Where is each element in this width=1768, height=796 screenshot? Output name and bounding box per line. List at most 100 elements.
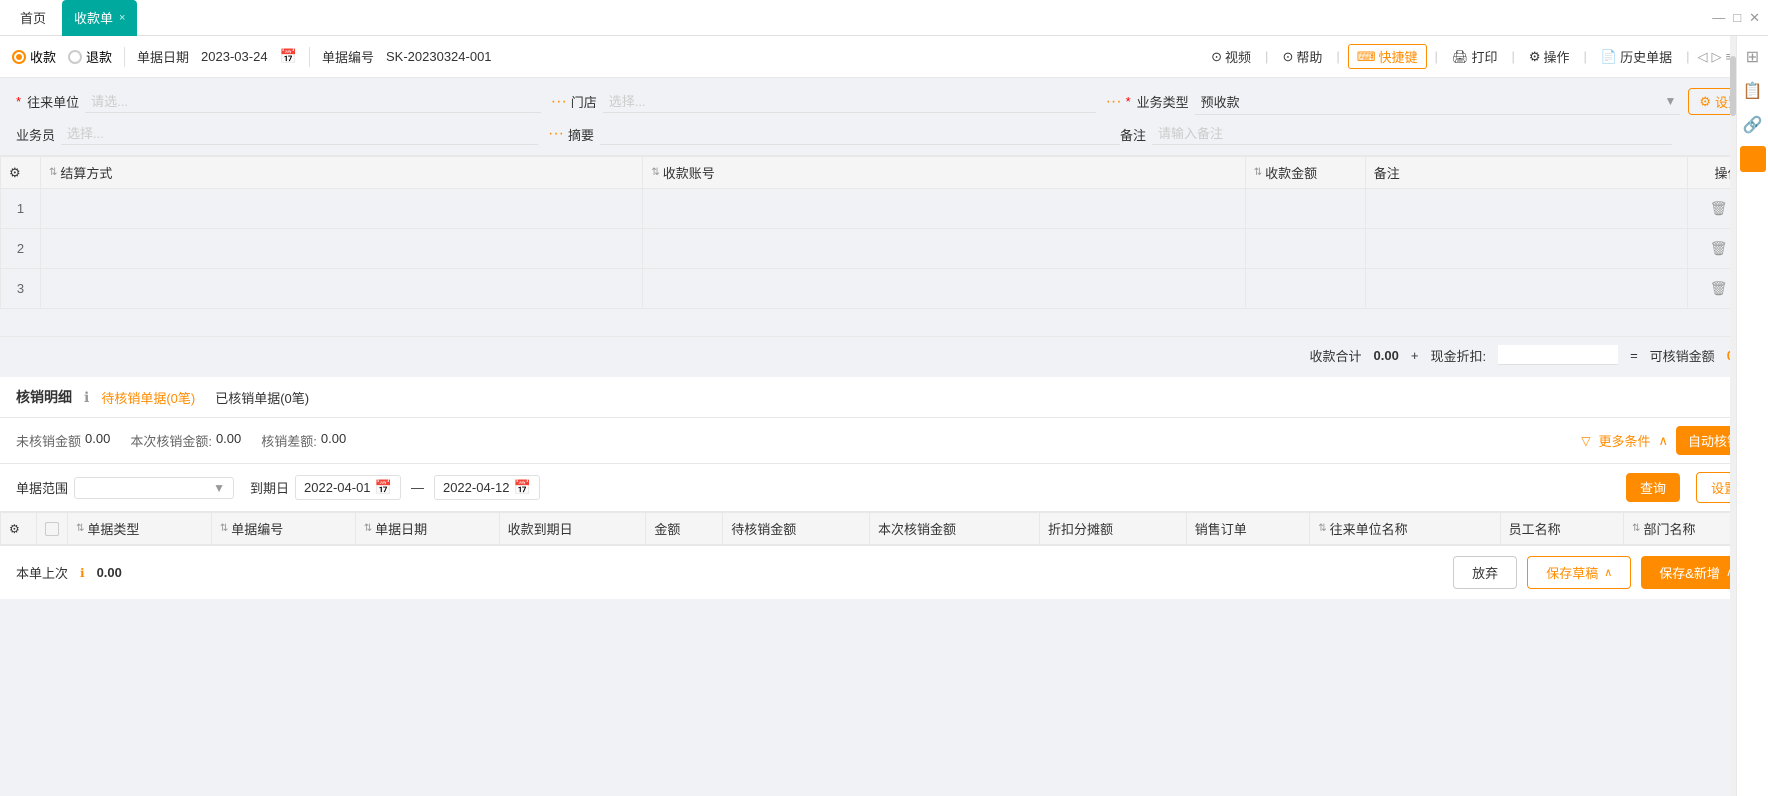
row-2-amount[interactable] [1245, 229, 1365, 269]
calendar-to-icon[interactable]: 📅 [513, 479, 530, 496]
toolbar: 收款 退款 单据日期 2023-03-24 📅 单据编号 SK-20230324… [0, 36, 1768, 78]
row-1-remark[interactable] [1365, 189, 1687, 229]
calendar-from-icon[interactable]: 📅 [375, 479, 392, 496]
staff-more-icon[interactable]: ··· [544, 125, 568, 143]
partner-more-icon[interactable]: ··· [547, 93, 571, 111]
separator-2 [309, 47, 310, 67]
discount-input[interactable] [1498, 345, 1618, 365]
tab-home[interactable]: 首页 [8, 0, 58, 36]
row-2-account[interactable] [643, 229, 1245, 269]
radio-group: 收款 退款 [12, 47, 112, 66]
print-icon: 🖨 [1452, 49, 1469, 65]
sidebar-table-icon[interactable]: ⊞ [1740, 44, 1766, 70]
date-label: 到期日 [250, 478, 289, 497]
radio-return[interactable]: 退款 [68, 47, 112, 66]
row-3-delete-icon[interactable]: 🗑 [1710, 280, 1728, 297]
partner-input[interactable] [85, 91, 541, 113]
footer-info-icon[interactable]: ℹ [80, 566, 85, 580]
main-table-wrapper: ⚙ ⇅ 结算方式 ⇅ 收款账号 [0, 156, 1768, 336]
remark-input[interactable] [1152, 123, 1672, 145]
done-tab[interactable]: 已核销单据(0笔) [215, 388, 309, 407]
row-3-account[interactable] [643, 269, 1245, 309]
shop-more-icon[interactable]: ··· [1102, 93, 1126, 111]
discard-button[interactable]: 放弃 [1453, 556, 1517, 589]
date-from-wrapper: 2022-04-01 📅 [295, 475, 401, 500]
row-3-settlement[interactable] [41, 269, 643, 309]
sidebar-link-icon[interactable]: 🔗 [1740, 112, 1766, 138]
operate-icon: ⚙ [1529, 49, 1541, 65]
prev-icon[interactable]: ◁ [1698, 49, 1708, 65]
col-gear[interactable]: ⚙ [1, 157, 41, 189]
row-1-delete-icon[interactable]: 🗑 [1710, 200, 1728, 217]
scrollbar-track [1730, 36, 1736, 796]
sidebar-doc-icon[interactable]: 📋 [1740, 78, 1766, 104]
summary-field: 摘要 [568, 123, 1120, 145]
operate-btn[interactable]: ⚙ 操作 [1523, 45, 1576, 68]
close-icon[interactable]: ✕ [1749, 10, 1760, 26]
pending-tab[interactable]: 待核销单据(0笔) [101, 388, 195, 407]
biz-label: 业务类型 [1137, 92, 1189, 111]
select-all-checkbox[interactable] [45, 522, 59, 536]
verify-stats: 未核销金额 0.00 本次核销金额: 0.00 核销差额: 0.00 ▽ 更多条… [0, 418, 1768, 464]
plus-sign: + [1411, 348, 1419, 363]
row-1-account[interactable] [643, 189, 1245, 229]
more-conditions[interactable]: 更多条件 [1598, 431, 1650, 450]
bottom-table-wrapper: ⚙ ⇅ 单据类型 [0, 512, 1768, 545]
row-3-remark[interactable] [1365, 269, 1687, 309]
row-1-amount[interactable] [1245, 189, 1365, 229]
biz-value: 预收款 [1195, 89, 1661, 114]
biz-select[interactable]: 预收款 ▼ [1195, 89, 1681, 115]
tab-close-icon[interactable]: × [119, 12, 125, 24]
row-1-settlement[interactable] [41, 189, 643, 229]
radio-receive-dot [12, 50, 26, 64]
row-2-remark[interactable] [1365, 229, 1687, 269]
save-draft-button[interactable]: 保存草稿 ∧ [1527, 556, 1631, 589]
main-table: ⚙ ⇅ 结算方式 ⇅ 收款账号 [0, 156, 1768, 309]
scrollbar-thumb[interactable] [1730, 56, 1736, 116]
minimize-icon[interactable]: — [1712, 10, 1725, 26]
maximize-icon[interactable]: □ [1733, 10, 1741, 26]
help-btn[interactable]: ⊙ 帮助 [1276, 45, 1328, 68]
print-btn[interactable]: 🖨 打印 [1446, 45, 1504, 68]
number-label: 单据编号 [322, 47, 374, 66]
right-sidebar: ⊞ 📋 🔗 ◻ [1736, 36, 1768, 796]
sidebar-expand-icon[interactable]: ◻ [1740, 146, 1766, 172]
date-dash: — [407, 480, 428, 495]
eq-sign: = [1630, 348, 1638, 363]
tab-current-label: 收款单 [74, 8, 113, 27]
bt-col-gear[interactable]: ⚙ [1, 513, 37, 545]
shop-input[interactable] [603, 91, 1096, 113]
range-select[interactable]: ▼ [74, 477, 234, 499]
toolbar-right: ⊙ 视频 | ⊙ 帮助 | ⌨ 快捷键 | 🖨 打印 | [1205, 44, 1756, 69]
summary-input[interactable] [600, 123, 1120, 145]
shop-label: 门店 [571, 92, 597, 111]
radio-receive[interactable]: 收款 [12, 47, 56, 66]
row-3-amount[interactable] [1245, 269, 1365, 309]
tab-current[interactable]: 收款单 × [62, 0, 137, 36]
history-btn[interactable]: 📄 历史单据 [1595, 45, 1678, 68]
row-2-delete-icon[interactable]: 🗑 [1710, 240, 1728, 257]
partner-label: 往来单位 [27, 92, 79, 111]
next-icon[interactable]: ▷ [1712, 49, 1722, 65]
col-amount: ⇅ 收款金额 [1245, 157, 1365, 189]
current-amount: 本次核销金额: 0.00 [130, 431, 241, 450]
video-btn[interactable]: ⊙ 视频 [1205, 45, 1257, 68]
form-row-2: 业务员 ··· 摘要 备注 [16, 123, 1752, 145]
col-settlement: ⇅ 结算方式 [41, 157, 643, 189]
bottom-table: ⚙ ⇅ 单据类型 [0, 512, 1768, 545]
row-3-num: 3 [1, 269, 41, 309]
tab-home-label: 首页 [20, 8, 46, 27]
staff-input[interactable] [61, 123, 538, 145]
calendar-icon[interactable]: 📅 [280, 48, 297, 65]
verify-title: 核销明细 [16, 387, 72, 407]
row-2-settlement[interactable] [41, 229, 643, 269]
verify-info-icon[interactable]: ℹ [84, 389, 89, 406]
date-to-wrapper: 2022-04-12 📅 [434, 475, 540, 500]
footer-buttons: 放弃 保存草稿 ∧ 保存&新增 ∧ [1453, 556, 1752, 589]
shortcut-btn[interactable]: ⌨ 快捷键 [1348, 44, 1427, 69]
query-button[interactable]: 查询 [1626, 473, 1680, 502]
bt-col-doc-type: ⇅ 单据类型 [68, 513, 212, 545]
available-label: 可核销金额 [1650, 346, 1715, 365]
tab-bar: 首页 收款单 × — □ ✕ [0, 0, 1768, 36]
footer-value: 0.00 [97, 565, 122, 580]
